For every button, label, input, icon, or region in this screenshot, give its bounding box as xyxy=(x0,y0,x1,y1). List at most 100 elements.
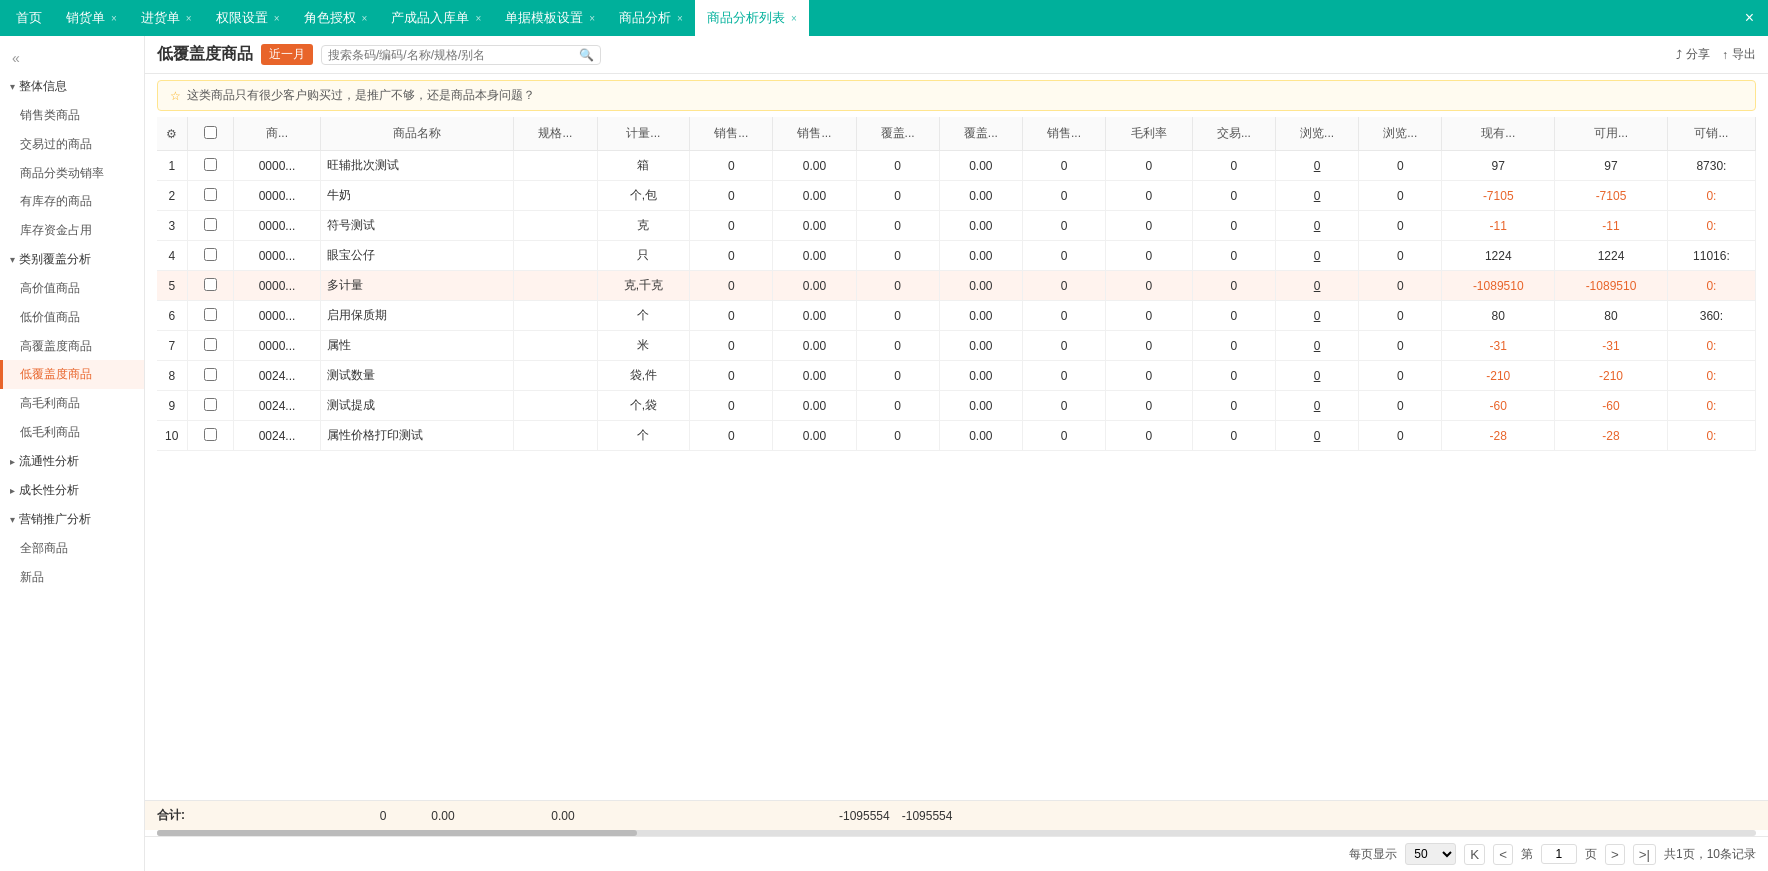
sidebar-item-traded-goods[interactable]: 交易过的商品 xyxy=(0,130,144,159)
sidebar-group-overall[interactable]: ▾ 整体信息 xyxy=(0,72,144,101)
nav-tab-roles[interactable]: 角色授权 × xyxy=(292,0,380,36)
nav-tab-home[interactable]: 首页 xyxy=(4,0,54,36)
row-browse1[interactable]: 0 xyxy=(1275,271,1358,301)
sidebar-group-category[interactable]: ▾ 类别覆盖分析 xyxy=(0,245,144,274)
row-select-checkbox[interactable] xyxy=(204,368,217,381)
per-page-select[interactable]: 50 20 100 xyxy=(1405,843,1456,865)
share-button[interactable]: ⤴ 分享 xyxy=(1676,46,1710,63)
sidebar-item-new-goods[interactable]: 新品 xyxy=(0,563,144,592)
row-checkbox[interactable] xyxy=(187,391,233,421)
nav-tab-analysis-list[interactable]: 商品分析列表 × xyxy=(695,0,809,36)
table-row: 9 0024... 测试提成 个,袋 0 0.00 0 0.00 0 0 0 0… xyxy=(157,391,1756,421)
nav-tab-analysis[interactable]: 商品分析 × xyxy=(607,0,695,36)
table-container[interactable]: ⚙ 商... 商品名称 规格... 计量... 销售... 销售... 覆盖..… xyxy=(145,117,1768,800)
last-page-button[interactable]: >| xyxy=(1633,844,1656,865)
row-browse1[interactable]: 0 xyxy=(1275,211,1358,241)
row-checkbox[interactable] xyxy=(187,181,233,211)
row-browse1[interactable]: 0 xyxy=(1275,391,1358,421)
sidebar-item-category-dynamics[interactable]: 商品分类动销率 xyxy=(0,159,144,188)
row-select-checkbox[interactable] xyxy=(204,278,217,291)
row-checkbox[interactable] xyxy=(187,241,233,271)
page-number-input[interactable] xyxy=(1541,844,1577,864)
row-browse1[interactable]: 0 xyxy=(1275,241,1358,271)
row-num: 6 xyxy=(157,301,187,331)
row-checkbox[interactable] xyxy=(187,151,233,181)
row-select-checkbox[interactable] xyxy=(204,218,217,231)
row-checkbox[interactable] xyxy=(187,301,233,331)
nav-tab-permissions[interactable]: 权限设置 × xyxy=(204,0,292,36)
row-sales-amount: 0.00 xyxy=(773,391,856,421)
row-name: 符号测试 xyxy=(321,211,514,241)
row-browse1[interactable]: 0 xyxy=(1275,421,1358,451)
close-icon[interactable]: × xyxy=(362,13,368,24)
row-select-checkbox[interactable] xyxy=(204,248,217,261)
close-icon[interactable]: × xyxy=(589,13,595,24)
row-transaction: 0 xyxy=(1192,331,1275,361)
sidebar-item-inventory-capital[interactable]: 库存资金占用 xyxy=(0,216,144,245)
sidebar-item-low-coverage[interactable]: 低覆盖度商品 xyxy=(0,360,144,389)
select-all-checkbox[interactable] xyxy=(204,126,217,139)
row-select-checkbox[interactable] xyxy=(204,428,217,441)
row-browse1[interactable]: 0 xyxy=(1275,181,1358,211)
close-icon[interactable]: × xyxy=(677,13,683,24)
sidebar-item-low-profit[interactable]: 低毛利商品 xyxy=(0,418,144,447)
sidebar-item-low-value[interactable]: 低价值商品 xyxy=(0,303,144,332)
sidebar-group-marketing[interactable]: ▾ 营销推广分析 xyxy=(0,505,144,534)
window-close-button[interactable]: × xyxy=(1735,9,1764,27)
row-browse2: 0 xyxy=(1359,271,1442,301)
sidebar-group-growth[interactable]: ▸ 成长性分析 xyxy=(0,476,144,505)
th-checkbox[interactable] xyxy=(187,117,233,151)
row-checkbox[interactable] xyxy=(187,421,233,451)
row-select-checkbox[interactable] xyxy=(204,158,217,171)
prev-page-button[interactable]: < xyxy=(1493,844,1513,865)
close-icon[interactable]: × xyxy=(111,13,117,24)
nav-tab-template[interactable]: 单据模板设置 × xyxy=(493,0,607,36)
row-sales-days: 0 xyxy=(1022,301,1105,331)
row-checkbox[interactable] xyxy=(187,361,233,391)
close-icon[interactable]: × xyxy=(791,13,797,24)
row-select-checkbox[interactable] xyxy=(204,398,217,411)
table-row: 1 0000... 旺辅批次测试 箱 0 0.00 0 0.00 0 0 0 0… xyxy=(157,151,1756,181)
close-icon[interactable]: × xyxy=(274,13,280,24)
nav-tab-sales[interactable]: 销货单 × xyxy=(54,0,129,36)
sidebar-collapse-button[interactable]: « xyxy=(8,50,24,66)
row-browse1[interactable]: 0 xyxy=(1275,301,1358,331)
search-icon[interactable]: 🔍 xyxy=(579,48,594,62)
sidebar-item-all-goods[interactable]: 全部商品 xyxy=(0,534,144,563)
period-button[interactable]: 近一月 xyxy=(261,44,313,65)
row-sales-qty: 0 xyxy=(690,391,773,421)
export-button[interactable]: ↑ 导出 xyxy=(1722,46,1756,63)
row-name: 眼宝公仔 xyxy=(321,241,514,271)
row-cover-count: 0 xyxy=(856,271,939,301)
sidebar-item-sales-goods[interactable]: 销售类商品 xyxy=(0,101,144,130)
close-icon[interactable]: × xyxy=(186,13,192,24)
nav-tab-purchase[interactable]: 进货单 × xyxy=(129,0,204,36)
row-sellable: 0: xyxy=(1667,181,1755,211)
sidebar-item-high-value[interactable]: 高价值商品 xyxy=(0,274,144,303)
row-available: -11 xyxy=(1555,211,1668,241)
next-page-button[interactable]: > xyxy=(1605,844,1625,865)
row-available: 80 xyxy=(1555,301,1668,331)
row-checkbox[interactable] xyxy=(187,331,233,361)
search-input[interactable] xyxy=(328,48,575,62)
row-sales-amount: 0.00 xyxy=(773,241,856,271)
row-browse1[interactable]: 0 xyxy=(1275,361,1358,391)
nav-tab-product-entry[interactable]: 产成品入库单 × xyxy=(379,0,493,36)
sidebar-item-high-coverage[interactable]: 高覆盖度商品 xyxy=(0,332,144,361)
row-checkbox[interactable] xyxy=(187,271,233,301)
row-select-checkbox[interactable] xyxy=(204,338,217,351)
row-browse1[interactable]: 0 xyxy=(1275,151,1358,181)
close-icon[interactable]: × xyxy=(475,13,481,24)
sidebar-item-high-profit[interactable]: 高毛利商品 xyxy=(0,389,144,418)
sidebar-item-stocked-goods[interactable]: 有库存的商品 xyxy=(0,187,144,216)
th-settings[interactable]: ⚙ xyxy=(157,117,187,151)
row-transaction: 0 xyxy=(1192,181,1275,211)
row-select-checkbox[interactable] xyxy=(204,308,217,321)
sidebar-group-liquidity[interactable]: ▸ 流通性分析 xyxy=(0,447,144,476)
row-select-checkbox[interactable] xyxy=(204,188,217,201)
row-browse1[interactable]: 0 xyxy=(1275,331,1358,361)
first-page-button[interactable]: K xyxy=(1464,844,1485,865)
row-unit: 克,千克 xyxy=(597,271,690,301)
row-checkbox[interactable] xyxy=(187,211,233,241)
row-sales-amount: 0.00 xyxy=(773,211,856,241)
